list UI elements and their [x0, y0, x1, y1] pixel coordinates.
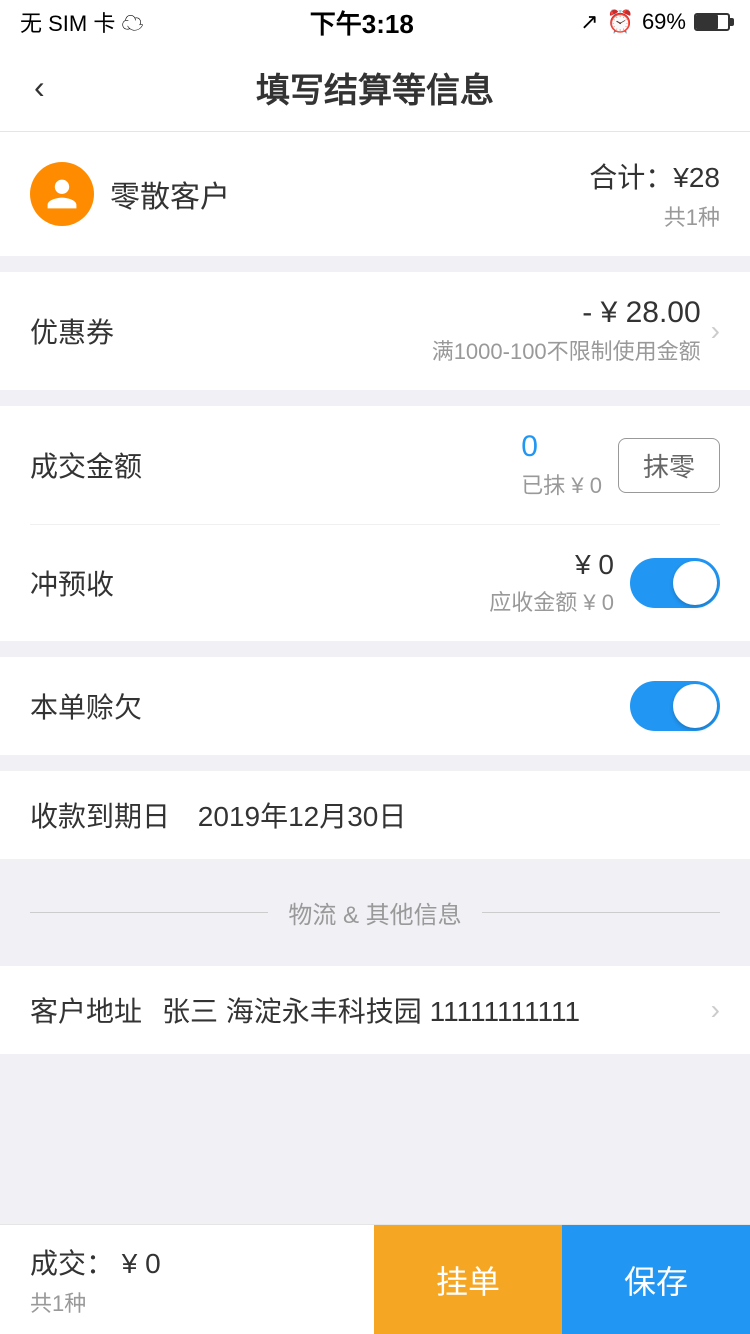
chevron-right-icon: › [711, 315, 720, 347]
debt-section: 本单赊欠 [0, 657, 750, 755]
customer-right: 合计：¥28 共1种 [589, 156, 720, 232]
logistics-separator: 物流 & 其他信息 [0, 875, 750, 950]
coupon-right: - ¥ 28.00 满1000-100不限制使用金额 › [432, 296, 720, 366]
signal-text: 无 SIM 卡 ☁ [20, 6, 143, 38]
coupon-row[interactable]: 优惠券 - ¥ 28.00 满1000-100不限制使用金额 › [0, 272, 750, 390]
alarm-icon: ⏰ [607, 9, 634, 35]
prepay-row: 冲预收 ¥ 0 应收金额 ¥ 0 [0, 525, 750, 641]
customer-left: 零散客户 [30, 162, 230, 226]
status-left: 无 SIM 卡 ☁ [20, 6, 143, 38]
coupon-desc: 满1000-100不限制使用金额 [432, 334, 701, 366]
total-count: 共1种 [589, 200, 720, 232]
transaction-already-round: 已抹 ¥ 0 [521, 468, 602, 500]
transaction-row: 成交金额 0 已抹 ¥ 0 抹零 [0, 406, 750, 524]
round-zero-button[interactable]: 抹零 [618, 438, 720, 493]
prepay-right: ¥ 0 应收金额 ¥ 0 [489, 549, 720, 617]
nav-bar: ‹ 填写结算等信息 [0, 44, 750, 132]
save-button[interactable]: 保存 [562, 1225, 750, 1334]
location-icon: ↗ [580, 9, 598, 35]
hang-button[interactable]: 挂单 [374, 1225, 562, 1334]
debt-toggle-knob [673, 684, 717, 728]
debt-label: 本单赊欠 [30, 686, 142, 726]
page-title: 填写结算等信息 [256, 63, 494, 112]
transaction-value: 0 [521, 430, 602, 464]
due-date-label: 收款到期日 [30, 801, 170, 832]
prepay-amount: ¥ 0 [489, 549, 614, 581]
coupon-amount: - ¥ 28.00 [432, 296, 701, 330]
prepay-amounts: ¥ 0 应收金额 ¥ 0 [489, 549, 614, 617]
debt-toggle[interactable] [630, 681, 720, 731]
prepay-left: 冲预收 [30, 563, 114, 603]
avatar [30, 162, 94, 226]
customer-name: 零散客户 [110, 172, 230, 216]
prepay-label: 冲预收 [30, 563, 114, 603]
bottom-bar: 成交： ¥ 0 共1种 挂单 保存 [0, 1224, 750, 1334]
transaction-section: 成交金额 0 已抹 ¥ 0 抹零 冲预收 ¥ 0 应收金额 ¥ 0 [0, 406, 750, 641]
transaction-label: 成交金额 [30, 445, 142, 485]
sep-line-left [30, 912, 268, 913]
transaction-right: 0 已抹 ¥ 0 抹零 [521, 430, 720, 500]
due-date-section: 收款到期日 2019年12月30日 [0, 771, 750, 859]
battery-icon [694, 13, 730, 31]
prepay-toggle[interactable] [630, 558, 720, 608]
bottom-summary: 成交： ¥ 0 共1种 [0, 1242, 374, 1318]
address-value: 张三 海淀永丰科技园 11111111111 [162, 990, 711, 1030]
sep-line-right [482, 912, 720, 913]
customer-row: 零散客户 合计：¥28 共1种 [0, 132, 750, 256]
toggle-knob [673, 561, 717, 605]
address-chevron-icon: › [711, 994, 720, 1026]
bottom-summary-sub: 共1种 [30, 1286, 344, 1318]
status-bar: 无 SIM 卡 ☁ 下午3:18 ↗ ⏰ 69% [0, 0, 750, 44]
person-icon [44, 176, 80, 212]
content-area: 零散客户 合计：¥28 共1种 优惠券 - ¥ 28.00 满1000-100不… [0, 132, 750, 1174]
prepay-receivable: 应收金额 ¥ 0 [489, 585, 614, 617]
total-amount: 合计：¥28 [589, 156, 720, 196]
coupon-label: 优惠券 [30, 311, 114, 351]
due-date-value: 2019年12月30日 [198, 801, 407, 832]
address-row[interactable]: 客户地址 张三 海淀永丰科技园 11111111111 › [0, 966, 750, 1054]
status-right: ↗ ⏰ 69% [580, 9, 730, 35]
logistics-sep-inner: 物流 & 其他信息 [30, 895, 720, 930]
coupon-info: - ¥ 28.00 满1000-100不限制使用金额 [432, 296, 701, 366]
battery-percent: 69% [642, 9, 686, 35]
back-button[interactable]: ‹ [24, 59, 55, 116]
status-time: 下午3:18 [310, 4, 414, 41]
address-label: 客户地址 [30, 990, 142, 1030]
logistics-label: 物流 & 其他信息 [288, 895, 461, 930]
bottom-summary-main: 成交： ¥ 0 [30, 1242, 344, 1282]
